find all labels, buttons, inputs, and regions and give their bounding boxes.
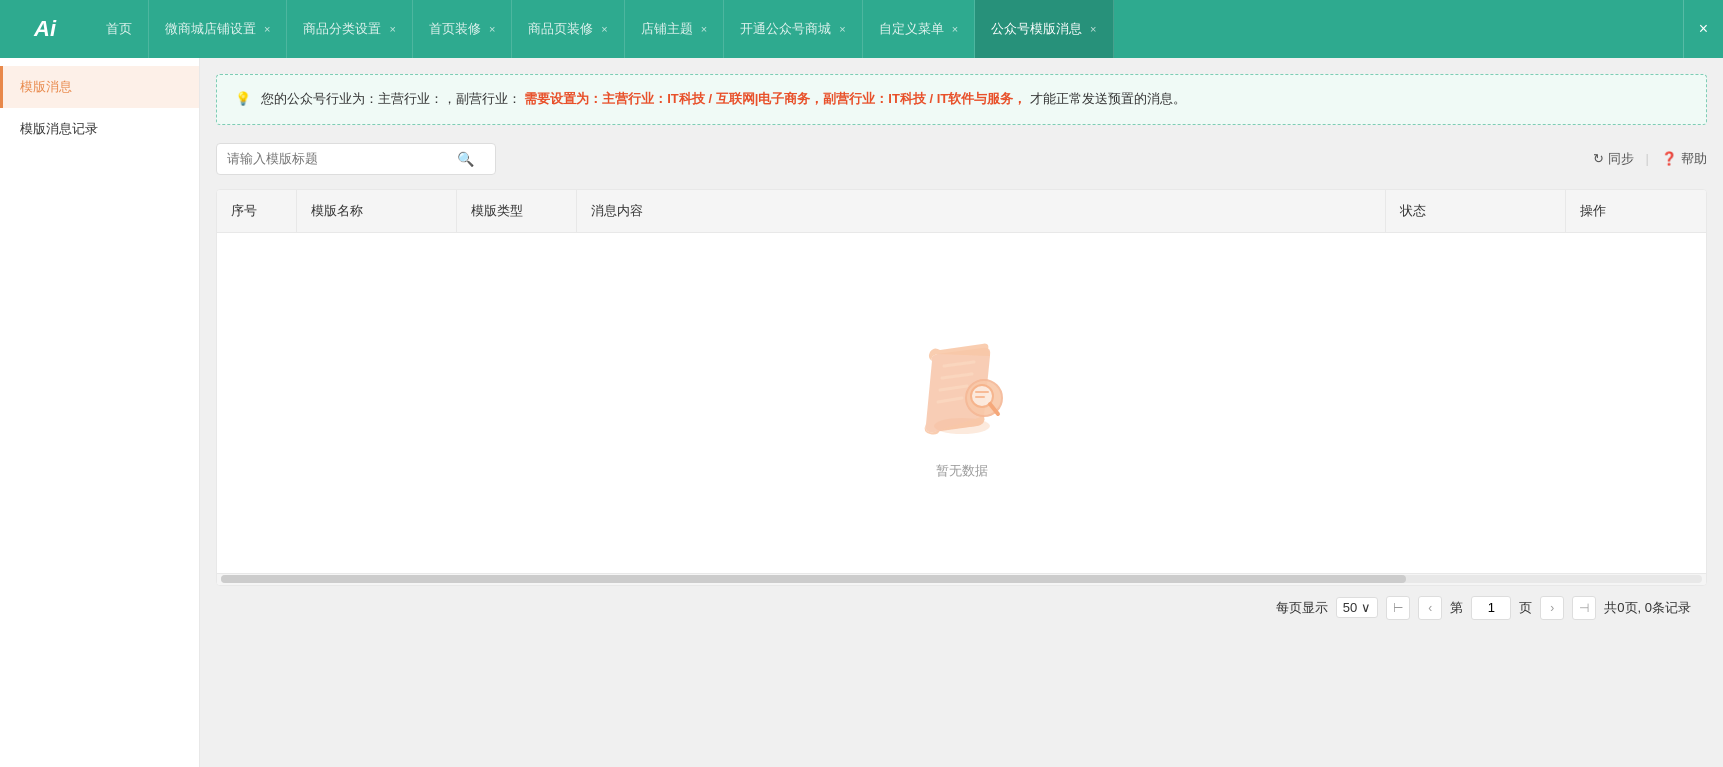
- table-body: 暂无数据: [217, 233, 1706, 573]
- scrollbar-track[interactable]: [221, 575, 1702, 583]
- search-input-wrap[interactable]: 🔍: [216, 143, 496, 175]
- main-container: 模版消息模版消息记录 💡 您的公众号行业为：主营行业：，副营行业： 需要设置为：…: [0, 58, 1723, 767]
- app-logo: Ai: [0, 0, 90, 58]
- topbar-tab-0[interactable]: 首页: [90, 0, 149, 58]
- notice-text-suffix: 才能正常发送预置的消息。: [1030, 91, 1186, 106]
- topbar-tab-label-2: 商品分类设置: [303, 20, 381, 38]
- close-all-button[interactable]: ×: [1683, 0, 1723, 58]
- topbar-tab-close-4[interactable]: ×: [601, 23, 607, 35]
- total-records: 共0页, 0条记录: [1604, 599, 1691, 617]
- search-icon[interactable]: 🔍: [457, 151, 474, 167]
- table-header-2: 模版类型: [457, 190, 577, 232]
- search-bar: 🔍 ↻ 同步 | ❓ 帮助: [216, 143, 1707, 175]
- topbar-tab-close-7[interactable]: ×: [952, 23, 958, 35]
- divider: |: [1646, 151, 1649, 166]
- topbar-tab-2[interactable]: 商品分类设置 ×: [287, 0, 412, 58]
- table-header-0: 序号: [217, 190, 297, 232]
- bulb-icon: 💡: [235, 91, 251, 106]
- pagination: 每页显示 50 ∨ ⊢ ‹ 第 页 › ⊣ 共0页, 0条记录: [216, 586, 1707, 630]
- first-page-button[interactable]: ⊢: [1386, 596, 1410, 620]
- topbar-tab-7[interactable]: 自定义菜单 ×: [863, 0, 975, 58]
- page-size-select[interactable]: 50 ∨: [1336, 597, 1378, 618]
- topbar-tabs: 首页微商城店铺设置×商品分类设置×首页装修×商品页装修×店铺主题×开通公众号商城…: [90, 0, 1683, 58]
- sidebar-item-0[interactable]: 模版消息: [0, 66, 199, 108]
- table-header-3: 消息内容: [577, 190, 1386, 232]
- table-header-1: 模版名称: [297, 190, 457, 232]
- search-actions: ↻ 同步 | ❓ 帮助: [1593, 150, 1707, 168]
- empty-illustration: [902, 326, 1022, 446]
- topbar-tab-8[interactable]: 公众号模版消息 ×: [975, 0, 1113, 58]
- search-input[interactable]: [227, 151, 457, 166]
- notice-box: 💡 您的公众号行业为：主营行业：，副营行业： 需要设置为：主营行业：IT科技 /…: [216, 74, 1707, 125]
- topbar-tab-4[interactable]: 商品页装修 ×: [512, 0, 624, 58]
- topbar-tab-label-5: 店铺主题: [641, 20, 693, 38]
- table-header: 序号模版名称模版类型消息内容状态操作: [217, 190, 1706, 233]
- topbar-tab-label-1: 微商城店铺设置: [165, 20, 256, 38]
- page-size-label: 每页显示: [1276, 599, 1328, 617]
- empty-text: 暂无数据: [936, 462, 988, 480]
- scrollbar-thumb[interactable]: [221, 575, 1406, 583]
- topbar-tab-close-3[interactable]: ×: [489, 23, 495, 35]
- topbar-tab-label-8: 公众号模版消息: [991, 20, 1082, 38]
- sync-label: 同步: [1608, 150, 1634, 168]
- last-page-button[interactable]: ⊣: [1572, 596, 1596, 620]
- help-label: 帮助: [1681, 150, 1707, 168]
- sync-button[interactable]: ↻ 同步: [1593, 150, 1634, 168]
- table-header-5: 操作: [1566, 190, 1706, 232]
- topbar-tab-close-1[interactable]: ×: [264, 23, 270, 35]
- content-area: 💡 您的公众号行业为：主营行业：，副营行业： 需要设置为：主营行业：IT科技 /…: [200, 58, 1723, 767]
- topbar-tab-close-5[interactable]: ×: [701, 23, 707, 35]
- prev-page-button[interactable]: ‹: [1418, 596, 1442, 620]
- page-size-value: 50: [1343, 600, 1357, 615]
- sidebar-item-1[interactable]: 模版消息记录: [0, 108, 199, 150]
- notice-text-prefix: 您的公众号行业为：主营行业：，副营行业：: [261, 91, 521, 106]
- topbar-tab-label-3: 首页装修: [429, 20, 481, 38]
- topbar-tab-label-6: 开通公众号商城: [740, 20, 831, 38]
- table-header-4: 状态: [1386, 190, 1566, 232]
- help-icon: ❓: [1661, 151, 1677, 166]
- help-button[interactable]: ❓ 帮助: [1661, 150, 1707, 168]
- topbar-tab-close-2[interactable]: ×: [389, 23, 395, 35]
- sidebar: 模版消息模版消息记录: [0, 58, 200, 767]
- scrollbar-row[interactable]: [217, 573, 1706, 585]
- topbar-tab-6[interactable]: 开通公众号商城 ×: [724, 0, 862, 58]
- next-page-button[interactable]: ›: [1540, 596, 1564, 620]
- topbar-tab-close-8[interactable]: ×: [1090, 23, 1096, 35]
- topbar-tab-label-0: 首页: [106, 20, 132, 38]
- dropdown-icon: ∨: [1361, 600, 1371, 615]
- topbar-tab-label-4: 商品页装修: [528, 20, 593, 38]
- notice-highlight: 需要设置为：主营行业：IT科技 / 互联网|电子商务，副营行业：IT科技 / I…: [524, 91, 1026, 106]
- topbar-tab-label-7: 自定义菜单: [879, 20, 944, 38]
- topbar-tab-3[interactable]: 首页装修 ×: [413, 0, 512, 58]
- page-prefix: 第: [1450, 599, 1463, 617]
- topbar-tab-1[interactable]: 微商城店铺设置 ×: [149, 0, 287, 58]
- topbar-tab-5[interactable]: 店铺主题 ×: [625, 0, 724, 58]
- data-table: 序号模版名称模版类型消息内容状态操作: [216, 189, 1707, 586]
- page-suffix: 页: [1519, 599, 1532, 617]
- topbar: Ai 首页微商城店铺设置×商品分类设置×首页装修×商品页装修×店铺主题×开通公众…: [0, 0, 1723, 58]
- sync-icon: ↻: [1593, 151, 1604, 166]
- topbar-tab-close-6[interactable]: ×: [839, 23, 845, 35]
- page-number-input[interactable]: [1471, 596, 1511, 620]
- empty-state: 暂无数据: [902, 286, 1022, 520]
